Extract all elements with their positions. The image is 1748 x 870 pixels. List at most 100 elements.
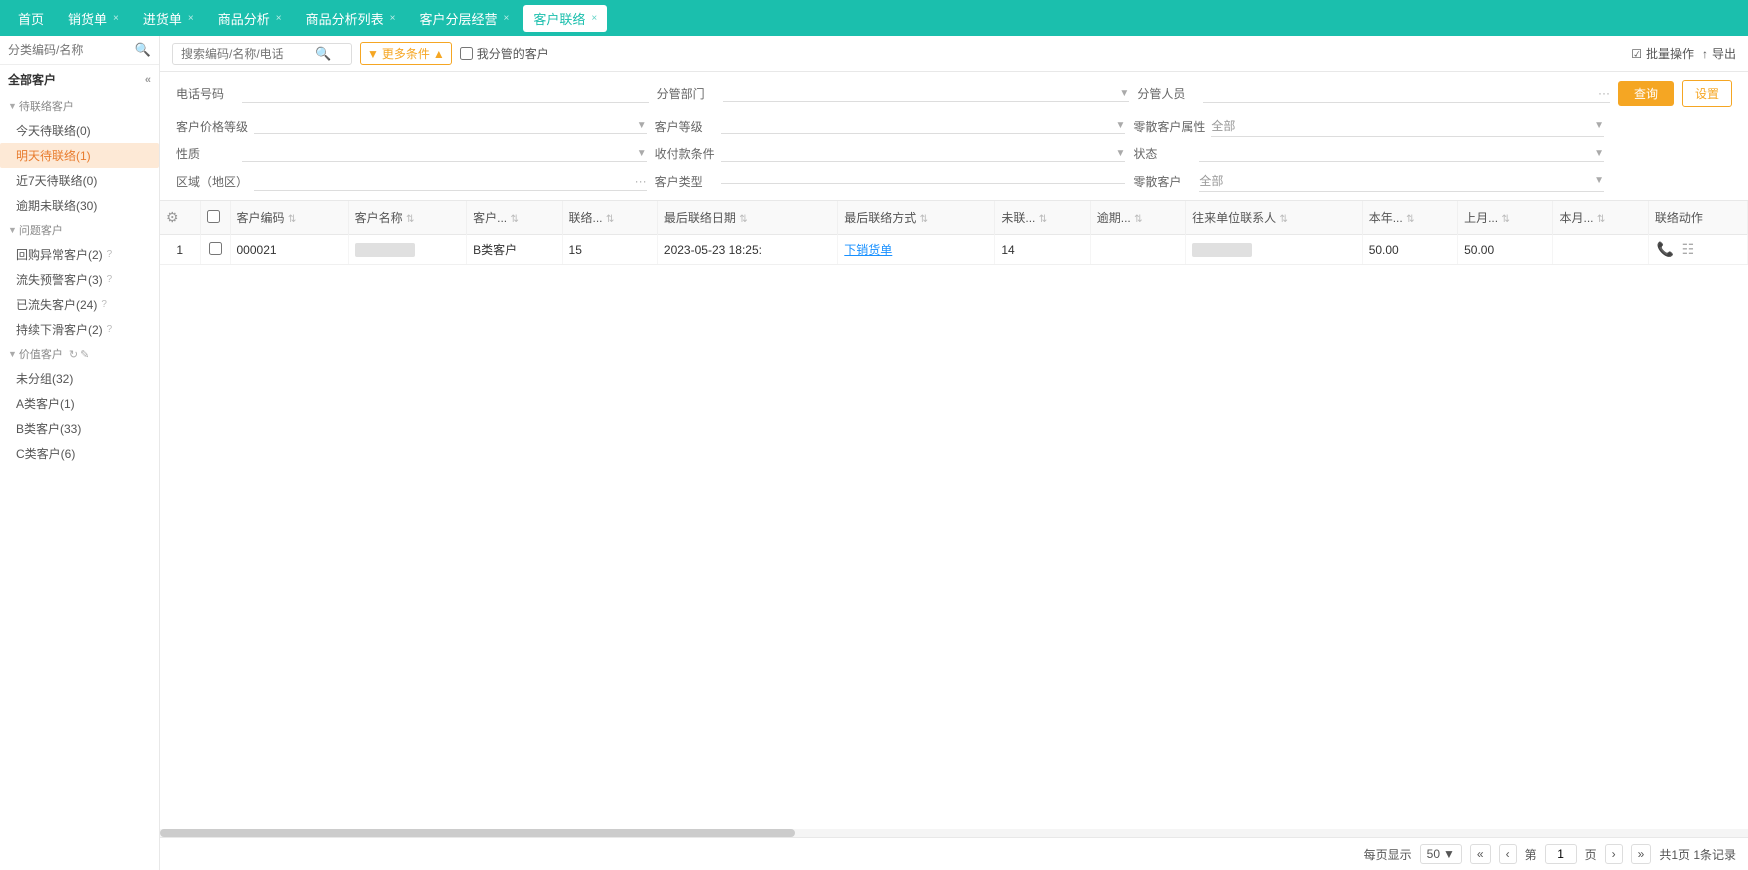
cell-checkbox[interactable] xyxy=(200,235,230,265)
nav-home[interactable]: 首页 xyxy=(8,5,54,32)
select-all-checkbox[interactable] xyxy=(207,210,220,223)
sort-type-icon[interactable]: ⇅ xyxy=(510,214,518,225)
my-customers-checkbox[interactable]: 我分管的客户 xyxy=(460,45,549,62)
sidebar-item-repurchase[interactable]: 回购异常客户(2) ? xyxy=(0,242,159,267)
payment-select[interactable]: ▼ xyxy=(721,146,1126,162)
nav-analysis-table[interactable]: 商品分析列表 × xyxy=(296,5,406,32)
sidebar-item-overdue[interactable]: 逾期未联络(30) xyxy=(0,193,159,218)
customer-type-select[interactable] xyxy=(721,179,1126,184)
sidebar-item-b-class[interactable]: B类客户(33) xyxy=(0,416,159,441)
person-select[interactable]: ··· xyxy=(1203,84,1610,103)
last-method-link[interactable]: 下销货单 xyxy=(844,243,892,257)
sidebar-item-a-class[interactable]: A类客户(1) xyxy=(0,391,159,416)
nav-purchase[interactable]: 进货单 × xyxy=(133,5,204,32)
customer-level-select[interactable]: ▼ xyxy=(721,118,1126,134)
sidebar-item-c-class[interactable]: C类客户(6) xyxy=(0,441,159,466)
filter-search-input[interactable] xyxy=(181,47,311,61)
my-customers-check-input[interactable] xyxy=(460,47,473,60)
close-customer-seg-icon[interactable]: × xyxy=(503,13,509,24)
sort-contacts-icon[interactable]: ⇅ xyxy=(606,214,614,225)
filter-field-customer-level: 客户等级 ▼ xyxy=(655,118,1126,135)
sort-last-month-icon[interactable]: ⇅ xyxy=(1501,214,1509,225)
retail-attr-select[interactable]: 全部 ▼ xyxy=(1211,115,1604,137)
person-label: 分管人员 xyxy=(1137,85,1197,102)
action-icon-2[interactable]: ☷ xyxy=(1682,241,1695,257)
sidebar-item-week7[interactable]: 近7天待联络(0) xyxy=(0,168,159,193)
dept-label: 分管部门 xyxy=(657,85,717,102)
region-select[interactable]: ··· xyxy=(254,172,647,191)
column-settings-icon[interactable]: ⚙ xyxy=(166,209,179,225)
cell-unit-contact xyxy=(1186,235,1363,265)
nav-customer-seg[interactable]: 客户分层经营 × xyxy=(409,5,519,32)
filter-field-dept: 分管部门 ▼ xyxy=(657,85,1130,102)
bulk-ops-button[interactable]: ☑ 批量操作 xyxy=(1631,45,1694,62)
sidebar-item-lost-warning[interactable]: 流失预警客户(3) ? xyxy=(0,267,159,292)
filter-field-person: 分管人员 ··· xyxy=(1137,84,1610,103)
horizontal-scrollbar[interactable] xyxy=(160,829,1748,837)
close-customer-contact-icon[interactable]: × xyxy=(591,13,597,24)
cell-this-year: 50.00 xyxy=(1362,235,1457,265)
edit-icon[interactable]: ✎ xyxy=(80,348,89,361)
retail-select[interactable]: 全部 ▼ xyxy=(1199,170,1604,192)
sort-last-method-icon[interactable]: ⇅ xyxy=(920,214,928,225)
nature-label: 性质 xyxy=(176,145,236,162)
sort-code-icon[interactable]: ⇅ xyxy=(288,214,296,225)
sidebar-all-customers[interactable]: 全部客户 « xyxy=(0,65,159,94)
col-last-method-header: 最后联络方式 ⇅ xyxy=(838,201,995,235)
row-checkbox[interactable] xyxy=(209,242,222,255)
status-select[interactable]: ▼ xyxy=(1199,146,1604,162)
export-button[interactable]: ↑ 导出 xyxy=(1702,45,1736,62)
scrollbar-thumb[interactable] xyxy=(160,829,795,837)
query-button[interactable]: 查询 xyxy=(1618,81,1674,106)
retail-attr-label: 零散客户属性 xyxy=(1133,118,1205,135)
dots-icon[interactable]: ··· xyxy=(1598,86,1610,100)
col-this-year-header: 本年... ⇅ xyxy=(1362,201,1457,235)
close-analysis-table-icon[interactable]: × xyxy=(390,13,396,24)
col-unit-contact-header: 往来单位联系人 ⇅ xyxy=(1186,201,1363,235)
sort-no-contact-icon[interactable]: ⇅ xyxy=(1039,214,1047,225)
dept-select[interactable]: ▼ xyxy=(723,86,1130,102)
sort-this-month-icon[interactable]: ⇅ xyxy=(1597,214,1605,225)
price-level-select[interactable]: ▼ xyxy=(254,118,647,134)
page-size-select[interactable]: 50 ▼ xyxy=(1420,844,1462,864)
dots-icon-2[interactable]: ··· xyxy=(635,174,647,188)
col-this-month-header: 本月... ⇅ xyxy=(1553,201,1648,235)
sort-name-icon[interactable]: ⇅ xyxy=(406,214,414,225)
filter-icon: ▼ xyxy=(367,47,379,61)
filter-search-icon[interactable]: 🔍 xyxy=(315,46,331,62)
nav-customer-contact[interactable]: 客户联络 × xyxy=(523,5,607,32)
sidebar-item-churned[interactable]: 已流失客户(24) ? xyxy=(0,292,159,317)
cell-last-method[interactable]: 下销货单 xyxy=(838,235,995,265)
settings-button[interactable]: 设置 xyxy=(1682,80,1732,107)
retail-value: 全部 xyxy=(1199,172,1223,189)
sort-unit-contact-icon[interactable]: ⇅ xyxy=(1280,214,1288,225)
sidebar-item-tomorrow[interactable]: 明天待联络(1) xyxy=(0,143,159,168)
next-page-button[interactable]: › xyxy=(1605,844,1623,864)
phone-input[interactable] xyxy=(242,84,649,103)
filter-field-phone: 电话号码 xyxy=(176,84,649,103)
more-conditions-button[interactable]: ▼ 更多条件 ▲ xyxy=(360,42,452,65)
close-analysis-icon[interactable]: × xyxy=(276,13,282,24)
close-purchase-icon[interactable]: × xyxy=(188,13,194,24)
first-page-button[interactable]: « xyxy=(1470,844,1491,864)
refresh-icon[interactable]: ↻ xyxy=(69,348,78,361)
problem-group-label: 问题客户 xyxy=(19,222,63,238)
sidebar-search-icon[interactable]: 🔍 xyxy=(135,42,151,58)
sort-overdue-icon[interactable]: ⇅ xyxy=(1134,214,1142,225)
sidebar-item-today[interactable]: 今天待联络(0) xyxy=(0,118,159,143)
prev-page-button[interactable]: ‹ xyxy=(1499,844,1517,864)
nature-select[interactable]: ▼ xyxy=(242,146,647,162)
chevron-down-icon-4: ▼ xyxy=(1594,120,1604,131)
action-icon-1[interactable]: 📞 xyxy=(1657,241,1674,257)
sidebar-item-ungrouped[interactable]: 未分组(32) xyxy=(0,366,159,391)
arrow-down-icon-3: ▼ xyxy=(8,349,17,359)
sidebar-search-input[interactable] xyxy=(8,43,131,57)
sort-last-date-icon[interactable]: ⇅ xyxy=(739,214,747,225)
nav-sales[interactable]: 销货单 × xyxy=(58,5,129,32)
sidebar-item-declining[interactable]: 持续下滑客户(2) ? xyxy=(0,317,159,342)
sort-this-year-icon[interactable]: ⇅ xyxy=(1406,214,1414,225)
close-sales-icon[interactable]: × xyxy=(113,13,119,24)
page-number-input[interactable] xyxy=(1545,844,1577,864)
last-page-button[interactable]: » xyxy=(1631,844,1652,864)
nav-analysis[interactable]: 商品分析 × xyxy=(208,5,292,32)
